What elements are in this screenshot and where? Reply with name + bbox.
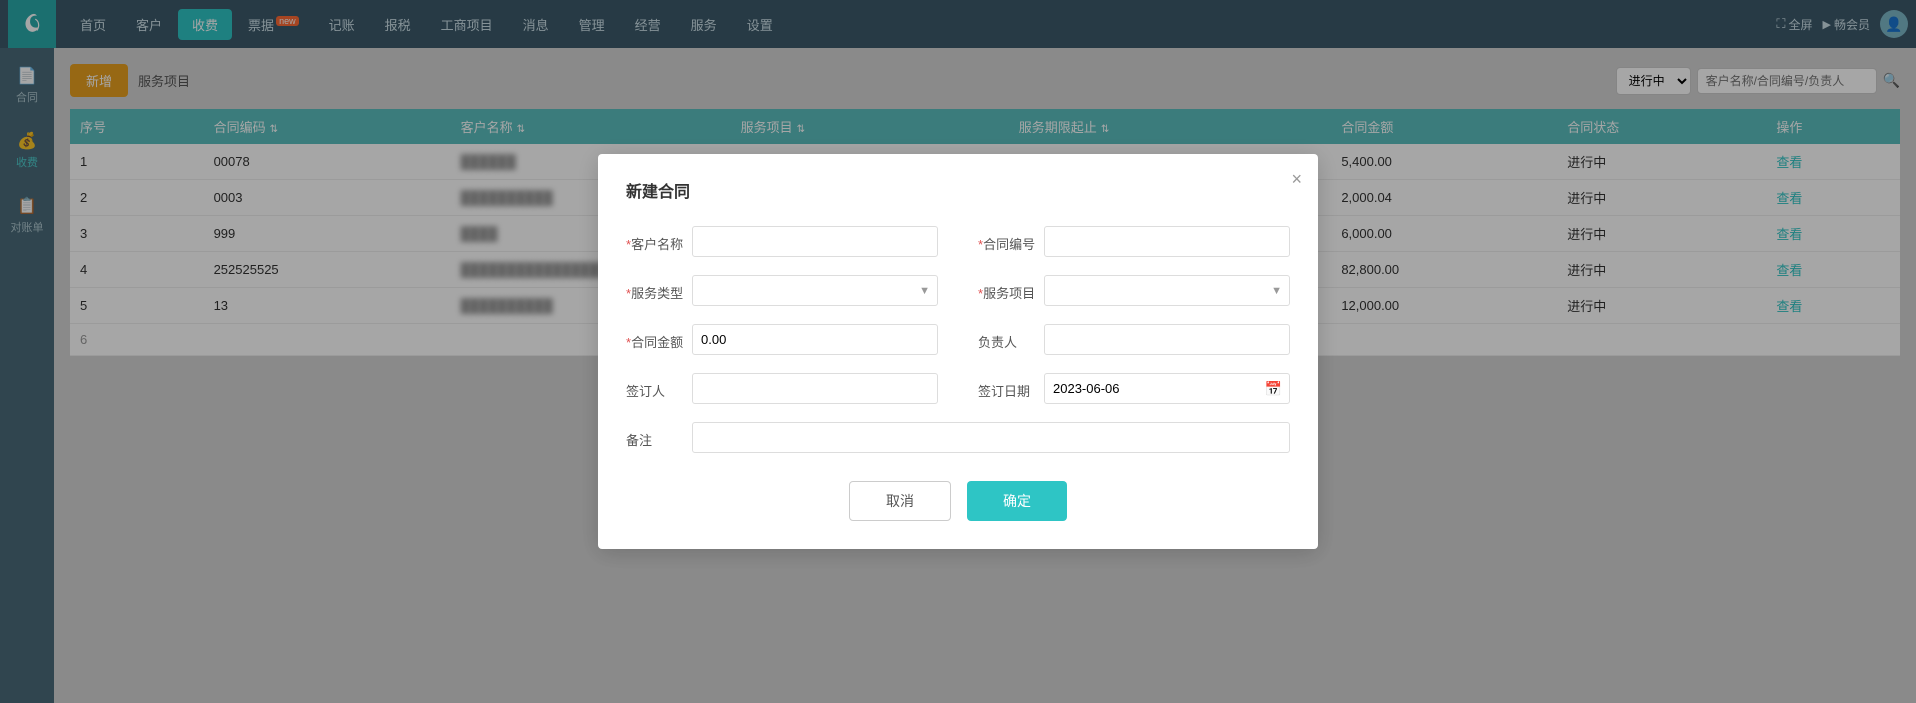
contract-amount-input[interactable] — [692, 324, 938, 355]
modal-overlay: × 新建合同 *客户名称 *合同编号 — [0, 0, 1916, 703]
modal-close-button[interactable]: × — [1291, 170, 1302, 188]
service-type-input[interactable] — [692, 275, 938, 306]
field-note: 备注 — [626, 422, 1290, 453]
contract-amount-label: *合同金额 — [626, 324, 686, 351]
customer-name-input[interactable] — [692, 226, 938, 257]
modal-title: 新建合同 — [626, 178, 1290, 202]
note-label: 备注 — [626, 422, 686, 449]
service-item-input[interactable] — [1044, 275, 1290, 306]
modal-footer: 取消 确定 — [626, 481, 1290, 521]
field-service-item: *服务项目 ▼ — [978, 275, 1290, 306]
contract-no-input[interactable] — [1044, 226, 1290, 257]
service-type-label: *服务类型 — [626, 275, 686, 302]
responsible-input[interactable] — [1044, 324, 1290, 355]
field-contract-amount: *合同金额 — [626, 324, 938, 355]
signer-input[interactable] — [692, 373, 938, 404]
customer-name-label: *客户名称 — [626, 226, 686, 253]
responsible-label: 负责人 — [978, 324, 1038, 351]
field-contract-no: *合同编号 — [978, 226, 1290, 257]
note-input[interactable] — [692, 422, 1290, 453]
field-service-type: *服务类型 ▼ — [626, 275, 938, 306]
sign-date-label: 签订日期 — [978, 373, 1038, 400]
confirm-button[interactable]: 确定 — [967, 481, 1067, 521]
contract-no-label: *合同编号 — [978, 226, 1038, 253]
field-responsible: 负责人 — [978, 324, 1290, 355]
new-contract-modal: × 新建合同 *客户名称 *合同编号 — [598, 154, 1318, 549]
sign-date-input[interactable] — [1044, 373, 1290, 404]
field-customer-name: *客户名称 — [626, 226, 938, 257]
service-item-field-label: *服务项目 — [978, 275, 1038, 302]
signer-label: 签订人 — [626, 373, 686, 400]
cancel-button[interactable]: 取消 — [849, 481, 951, 521]
form-grid: *客户名称 *合同编号 *服务类型 — [626, 226, 1290, 453]
field-signer: 签订人 — [626, 373, 938, 404]
field-sign-date: 签订日期 📅 — [978, 373, 1290, 404]
